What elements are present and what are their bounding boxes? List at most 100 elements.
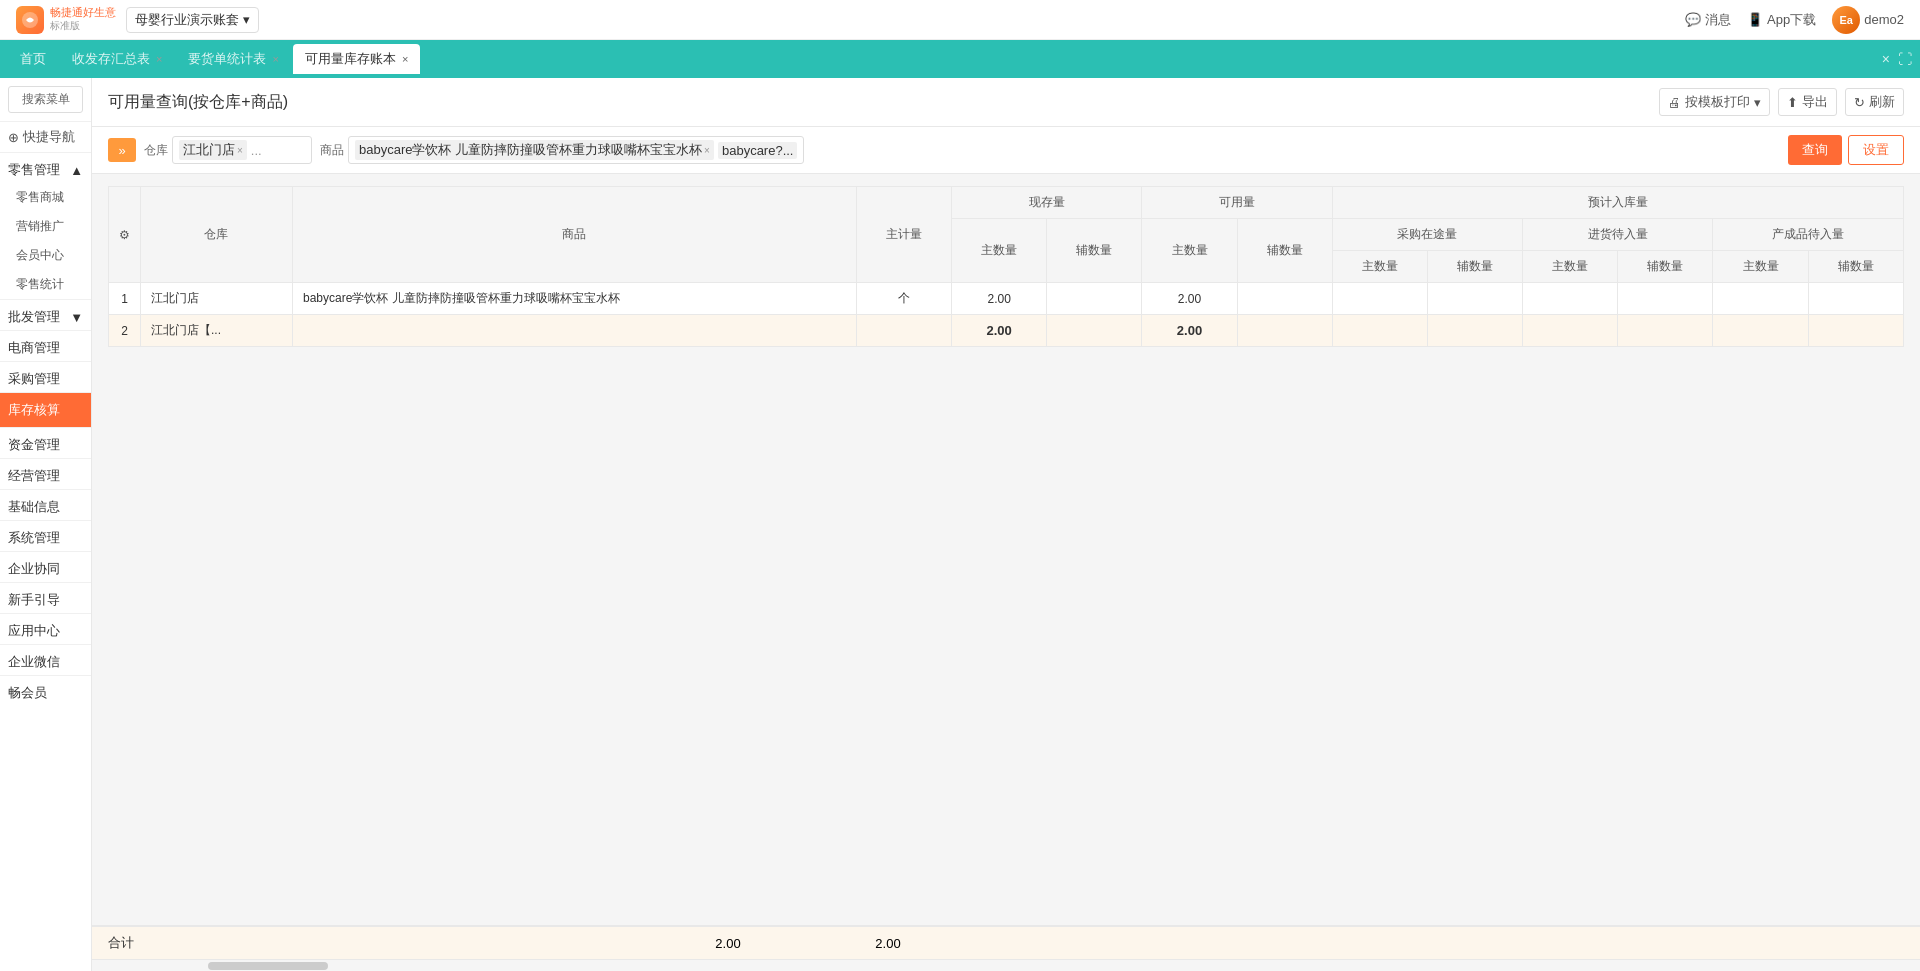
main-layout: 搜索菜单 ⊕ 快捷导航 零售管理 ▲ 零售商城 营销推广 会员中心 零售统计 批…	[0, 78, 1920, 971]
row-2-avail-aux	[1237, 315, 1332, 347]
wholesale-label: 批发管理	[8, 308, 60, 326]
export-label: 导出	[1802, 93, 1828, 111]
tab-inventory-close[interactable]: ×	[402, 53, 408, 65]
sidebar-section-operations: 经营管理	[0, 458, 91, 489]
sidebar-search-area: 搜索菜单	[0, 78, 91, 121]
product-tag-1-close[interactable]: ×	[704, 145, 710, 156]
export-button[interactable]: ⬆ 导出	[1778, 88, 1837, 116]
filter-toggle-button[interactable]: »	[108, 138, 136, 162]
horizontal-scrollbar[interactable]	[92, 959, 1920, 971]
col-unit-header: 主计量	[856, 187, 951, 283]
top-bar: 畅捷通好生意 标准版 母婴行业演示账套 ▾ 💬 消息 📱 App下载 Ea de…	[0, 0, 1920, 40]
sidebar-item-retail-mall[interactable]: 零售商城	[0, 183, 91, 212]
filter-bar: » 仓库 江北门店 × ... 商品 babycare学饮杯 儿童防摔防撞吸管杯…	[92, 127, 1920, 174]
sidebar-operations-header[interactable]: 经营管理	[0, 459, 91, 489]
sidebar-item-members[interactable]: 会员中心	[0, 241, 91, 270]
sidebar-appcenter-header[interactable]: 应用中心	[0, 614, 91, 644]
sidebar-purchase-header[interactable]: 采购管理	[0, 362, 91, 392]
row-2-avail-main: 2.00	[1142, 315, 1237, 347]
tab-order-close[interactable]: ×	[272, 53, 278, 65]
scroll-thumb[interactable]	[208, 962, 328, 970]
col-purchase-transit-header: 采购在途量	[1332, 219, 1522, 251]
search-button[interactable]: 查询	[1788, 135, 1842, 165]
sidebar-section-wechat: 企业微信	[0, 644, 91, 675]
row-1-pur-main	[1332, 283, 1427, 315]
product-tag-1-text: babycare学饮杯 儿童防摔防撞吸管杯重力球吸嘴杯宝宝水杯	[359, 141, 702, 159]
system-label: 系统管理	[8, 529, 60, 547]
product-tag-2: babycare?...	[718, 142, 798, 159]
sidebar-section-wholesale: 批发管理 ▼	[0, 299, 91, 330]
sidebar-basic-header[interactable]: 基础信息	[0, 490, 91, 520]
message-button[interactable]: 💬 消息	[1685, 11, 1731, 29]
logo-icon	[16, 6, 44, 34]
print-template-button[interactable]: 🖨 按模板打印 ▾	[1659, 88, 1770, 116]
top-bar-right: 💬 消息 📱 App下载 Ea demo2	[1685, 6, 1904, 34]
user-area[interactable]: Ea demo2	[1832, 6, 1904, 34]
row-1-prod-main	[1713, 283, 1808, 315]
warehouse-tag-close[interactable]: ×	[237, 145, 243, 156]
sidebar-member-header[interactable]: 畅会员	[0, 676, 91, 706]
sidebar-newbie-header[interactable]: 新手引导	[0, 583, 91, 613]
sidebar-retail-header[interactable]: 零售管理 ▲	[0, 153, 91, 183]
industry-selector[interactable]: 母婴行业演示账套 ▾	[126, 7, 259, 33]
col-settings-header[interactable]: ⚙	[109, 187, 141, 283]
sidebar-ecommerce-header[interactable]: 电商管理	[0, 331, 91, 361]
sidebar-inventory-header[interactable]: 库存核算	[0, 393, 91, 427]
product-filter: 商品 babycare学饮杯 儿童防摔防撞吸管杯重力球吸嘴杯宝宝水杯 × bab…	[320, 136, 804, 164]
tab-collect-label: 收发存汇总表	[72, 50, 150, 68]
col-goods-aux-header: 辅数量	[1618, 251, 1713, 283]
tab-collect-close[interactable]: ×	[156, 53, 162, 65]
product-tag-1: babycare学饮杯 儿童防摔防撞吸管杯重力球吸嘴杯宝宝水杯 ×	[355, 140, 714, 160]
settings-button[interactable]: 设置	[1848, 135, 1904, 165]
row-2-pur-main	[1332, 315, 1427, 347]
sidebar-item-marketing[interactable]: 营销推广	[0, 212, 91, 241]
sidebar-section-retail: 零售管理 ▲ 零售商城 营销推广 会员中心 零售统计	[0, 152, 91, 299]
sidebar-wechat-header[interactable]: 企业微信	[0, 645, 91, 675]
row-1-avail-main: 2.00	[1142, 283, 1237, 315]
col-planned-header: 预计入库量	[1332, 187, 1903, 219]
refresh-button[interactable]: ↻ 刷新	[1845, 88, 1904, 116]
sidebar-collab-header[interactable]: 企业协同	[0, 552, 91, 582]
col-product-main-header: 主数量	[1713, 251, 1808, 283]
row-2-product	[292, 315, 856, 347]
logo-text-area: 畅捷通好生意 标准版	[50, 6, 116, 33]
row-2-num: 2	[109, 315, 141, 347]
search-menu-button[interactable]: 搜索菜单	[8, 86, 83, 113]
inventory-label: 库存核算	[8, 401, 60, 419]
col-product-waiting-header: 产成品待入量	[1713, 219, 1904, 251]
sidebar-section-appcenter: 应用中心	[0, 613, 91, 644]
quicknav-label: 快捷导航	[23, 128, 75, 146]
member-label: 畅会员	[8, 684, 47, 702]
warehouse-dots[interactable]: ...	[251, 143, 262, 158]
sidebar-item-quicknav[interactable]: ⊕ 快捷导航	[0, 121, 91, 152]
tab-home-label: 首页	[20, 50, 46, 68]
warehouse-input[interactable]: 江北门店 × ...	[172, 136, 312, 164]
row-1-num: 1	[109, 283, 141, 315]
window-close-button[interactable]: ×	[1882, 51, 1890, 67]
window-max-button[interactable]: ⛶	[1898, 51, 1912, 67]
tab-order[interactable]: 要货单统计表 ×	[176, 44, 290, 74]
refresh-icon: ↻	[1854, 95, 1865, 110]
sidebar-wholesale-header[interactable]: 批发管理 ▼	[0, 300, 91, 330]
col-goods-waiting-header: 进货待入量	[1523, 219, 1713, 251]
sidebar-section-purchase: 采购管理	[0, 361, 91, 392]
warehouse-label: 仓库	[144, 142, 168, 159]
chevron-print-icon: ▾	[1754, 95, 1761, 110]
tab-home[interactable]: 首页	[8, 44, 58, 74]
sidebar-finance-header[interactable]: 资金管理	[0, 428, 91, 458]
filter-actions: 查询 设置	[1788, 135, 1904, 165]
row-2-current-main: 2.00	[952, 315, 1047, 347]
toggle-icon: »	[118, 143, 125, 158]
row-2-unit	[856, 315, 951, 347]
row-1-pur-aux	[1427, 283, 1522, 315]
app-download-button[interactable]: 📱 App下载	[1747, 11, 1816, 29]
sidebar-section-finance: 资金管理	[0, 427, 91, 458]
product-input[interactable]: babycare学饮杯 儿童防摔防撞吸管杯重力球吸嘴杯宝宝水杯 × babyca…	[348, 136, 804, 164]
sidebar-system-header[interactable]: 系统管理	[0, 521, 91, 551]
table-area: ⚙ 仓库 商品 主计量 现存量 可用量 预计入库量 主数量 辅数量 主数量 辅数…	[92, 174, 1920, 925]
tab-collect[interactable]: 收发存汇总表 ×	[60, 44, 174, 74]
sidebar-item-retail-stats[interactable]: 零售统计	[0, 270, 91, 299]
tab-inventory[interactable]: 可用量库存账本 ×	[293, 44, 420, 74]
message-icon: 💬	[1685, 12, 1701, 27]
compass-icon: ⊕	[8, 130, 19, 145]
